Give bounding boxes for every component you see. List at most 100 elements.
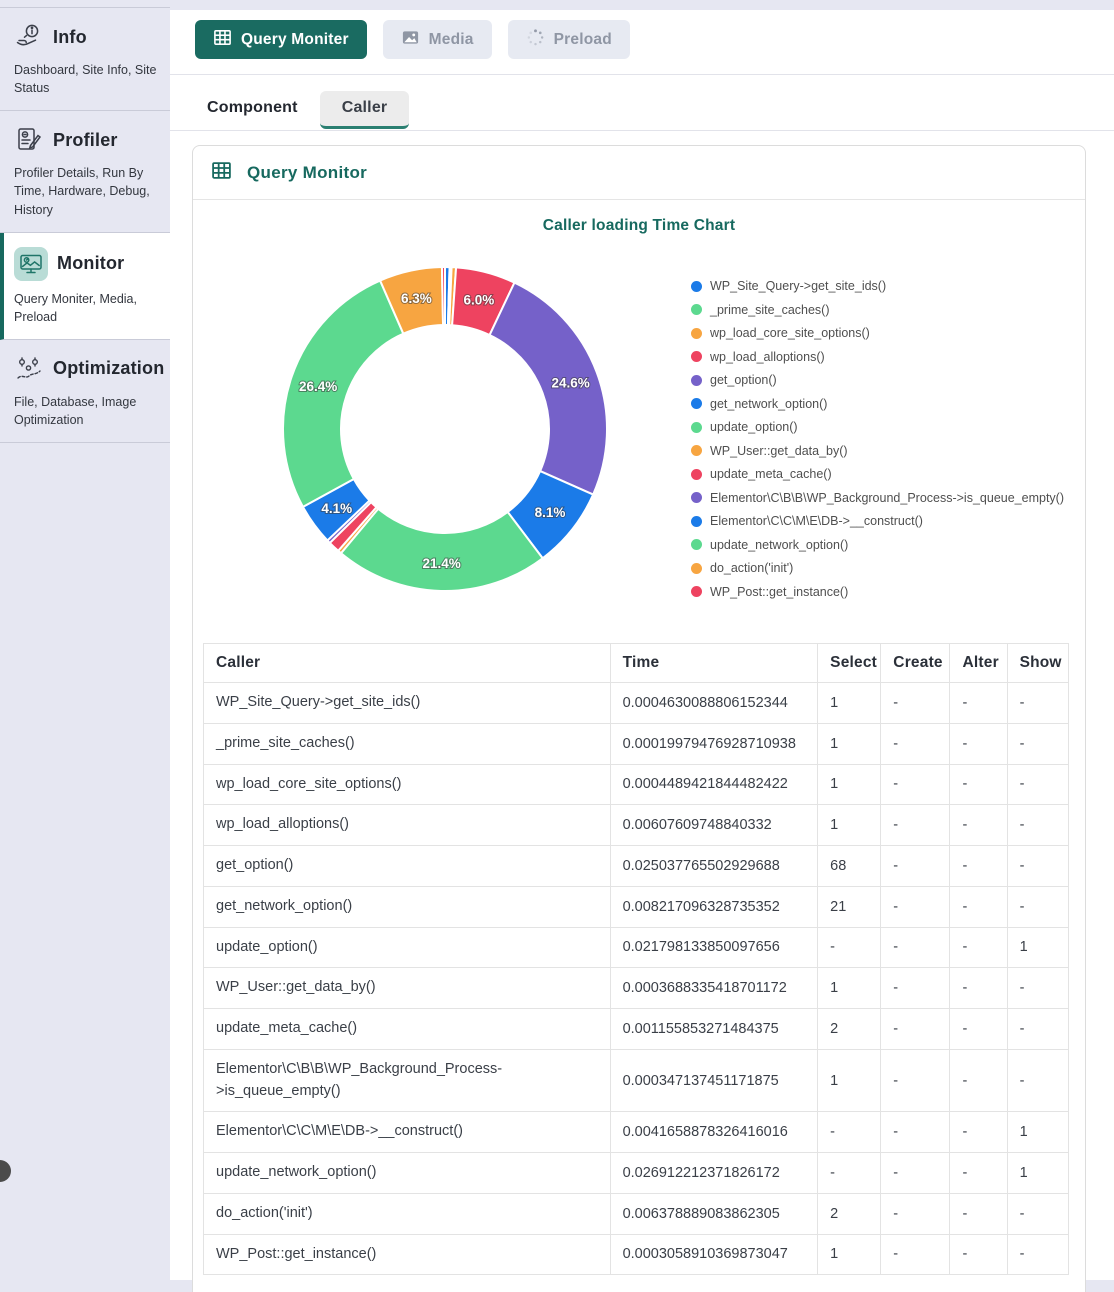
cell-select: 1 [817, 1048, 882, 1113]
tab-label: Query Moniter [241, 30, 349, 48]
hand-info-icon [14, 22, 44, 52]
legend-item[interactable]: WP_User::get_data_by() [691, 444, 1064, 458]
cell-time: 0.0003058910369873047 [609, 1233, 819, 1276]
table-row: update_option() 0.021798133850097656- - -1 [203, 926, 1070, 969]
table-row: wp_load_core_site_options() 0.00044894218… [203, 763, 1070, 806]
legend-item[interactable]: WP_Site_Query->get_site_ids() [691, 279, 1064, 293]
table-row: update_network_option() 0.026912212371826… [203, 1152, 1070, 1194]
cell-show: - [1006, 1192, 1070, 1235]
cell-create: - [880, 1233, 951, 1276]
cell-create: - [880, 1048, 951, 1113]
sidebar-item-label: Optimization [53, 358, 165, 379]
sidebar-item-info[interactable]: Info Dashboard, Site Info, Site Status [0, 7, 170, 112]
main-content: Query Moniter Media Preload Component Ca… [170, 10, 1114, 1292]
cell-time: 0.0004630088806152344 [609, 682, 819, 724]
sidebar: Info Dashboard, Site Info, Site Status P… [0, 0, 170, 1292]
legend-label: update_option() [710, 420, 798, 434]
legend-item[interactable]: WP_Post::get_instance() [691, 585, 1064, 599]
legend-item[interactable]: update_option() [691, 420, 1064, 434]
cell-select: - [817, 926, 882, 969]
cell-alter: - [949, 763, 1008, 806]
spinner-dots-icon [526, 28, 545, 52]
cell-caller: WP_Site_Query->get_site_ids() [203, 682, 611, 724]
cell-alter: - [949, 926, 1008, 969]
cell-select: 1 [817, 804, 882, 846]
tab-caller[interactable]: Caller [319, 90, 410, 129]
legend-label: update_meta_cache() [710, 467, 832, 481]
sidebar-item-optimization[interactable]: Optimization File, Database, Image Optim… [0, 340, 170, 444]
app-root: Info Dashboard, Site Info, Site Status P… [0, 0, 1114, 1292]
legend-item[interactable]: Elementor\C\C\M\E\DB->__construct() [691, 514, 1064, 528]
legend-item[interactable]: wp_load_alloptions() [691, 350, 1064, 364]
sidebar-item-profiler[interactable]: Profiler Profiler Details, Run By Time, … [0, 111, 170, 233]
sidebar-item-sublabel: Dashboard, Site Info, Site Status [14, 63, 157, 96]
pie-slice[interactable] [339, 507, 544, 592]
pie-slice-label: 24.6% [551, 375, 589, 390]
table-grid-icon [211, 160, 232, 186]
table-row: get_option() 0.025037765502929688 68- - - [203, 845, 1070, 887]
pie-slice-label: 4.1% [321, 501, 352, 516]
legend-label: do_action('init') [710, 561, 794, 575]
legend-dot-icon [691, 468, 702, 480]
caller-table: Caller Time Select Create Alter Show WP_Site_… [203, 643, 1070, 1276]
legend-dot-icon [691, 327, 702, 339]
legend-label: _prime_site_caches() [710, 302, 830, 317]
tab-preload[interactable]: Preload [507, 20, 630, 59]
pie-slice-label: 6.0% [464, 292, 495, 307]
legend-item[interactable]: Elementor\C\B\B\WP_Background_Process->i… [691, 491, 1064, 505]
cell-time: 0.0004489421844482422 [609, 763, 819, 806]
table-row: get_network_option() 0.008217096328735352… [203, 885, 1070, 928]
legend-item[interactable]: update_meta_cache() [691, 467, 1064, 481]
legend-item[interactable]: get_option() [691, 373, 1064, 387]
cell-show: - [1006, 1048, 1070, 1113]
cell-alter: - [949, 682, 1008, 724]
cell-create: - [880, 1152, 951, 1194]
cell-caller: _prime_site_caches() [203, 722, 611, 765]
network-gears-icon [14, 354, 44, 384]
cell-time: 0.026912212371826172 [609, 1152, 819, 1194]
legend-item[interactable]: wp_load_core_site_options() [691, 326, 1064, 340]
cell-alter: - [949, 1008, 1008, 1050]
legend-label: Elementor\C\C\M\E\DB->__construct() [710, 514, 923, 528]
cell-select: 2 [817, 1192, 882, 1235]
tab-query-monitor[interactable]: Query Moniter [195, 20, 367, 59]
cell-caller: WP_User::get_data_by() [203, 967, 611, 1009]
legend-item[interactable]: get_network_option() [691, 397, 1064, 411]
cell-create: - [880, 1008, 951, 1050]
sidebar-item-monitor[interactable]: Monitor Query Moniter, Media, Preload [0, 232, 170, 340]
cell-caller: WP_Post::get_instance() [203, 1233, 611, 1276]
tab-component[interactable]: Component [205, 91, 300, 129]
column-header: Alter [949, 643, 1008, 683]
pie-slice-label: 26.4% [299, 379, 337, 394]
cell-show: - [1006, 885, 1070, 928]
cell-alter: - [949, 967, 1008, 1009]
cell-show: - [1006, 845, 1070, 887]
table-grid-icon [213, 28, 232, 52]
cell-time: 0.0041658878326416016 [609, 1111, 819, 1153]
cell-time: 0.021798133850097656 [609, 926, 819, 969]
sidebar-item-sublabel: File, Database, Image Optimization [14, 394, 137, 427]
legend-item[interactable]: _prime_site_caches() [691, 303, 1064, 317]
legend-item[interactable]: do_action('init') [691, 561, 1064, 575]
column-header: Select [817, 643, 882, 683]
cell-create: - [880, 967, 951, 1009]
cell-alter: - [949, 885, 1008, 928]
legend-dot-icon [691, 304, 702, 315]
pie-slice[interactable] [440, 266, 446, 327]
cell-time: 0.0003688335418701172 [609, 967, 819, 1009]
cell-show: - [1006, 763, 1070, 806]
cell-caller: update_option() [203, 926, 611, 969]
legend-dot-icon [691, 398, 702, 409]
legend-item[interactable]: update_network_option() [691, 538, 1064, 552]
cell-create: - [880, 682, 951, 724]
query-monitor-panel: Query Monitor Caller loading Time Chart … [192, 145, 1086, 1292]
table-row: WP_Post::get_instance() 0.000305891036987… [203, 1233, 1070, 1276]
table-row: WP_User::get_data_by() 0.0003688335418701… [203, 967, 1070, 1009]
tab-media[interactable]: Media [382, 20, 492, 59]
tab-label: Media [428, 30, 474, 48]
table-row: wp_load_alloptions() 0.00607609748840332 1… [203, 804, 1070, 846]
cell-caller: get_network_option() [203, 885, 611, 928]
cell-create: - [880, 1192, 951, 1235]
table-row: Elementor\C\C\M\E\DB->__construct() 0.004… [203, 1111, 1070, 1153]
cell-time: 0.00607609748840332 [609, 804, 819, 846]
